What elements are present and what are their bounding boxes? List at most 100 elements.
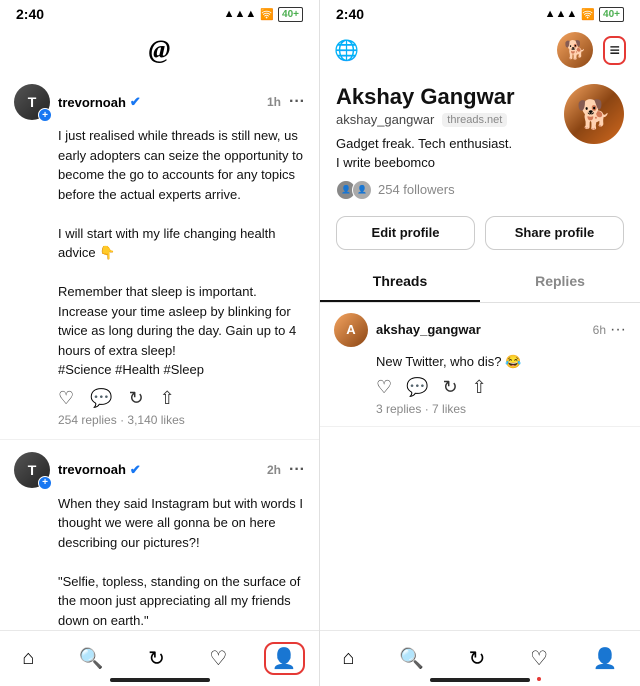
left-nav-search[interactable]: 🔍 xyxy=(71,642,112,675)
post-1-more[interactable]: ··· xyxy=(285,93,305,111)
profile-username-row: akshay_gangwar threads.net xyxy=(336,112,564,127)
right-activity-icon: ↻ xyxy=(469,646,486,671)
post-2-meta: trevornoah ✔ 2h ··· xyxy=(58,461,305,479)
left-nav-home[interactable]: ⌂ xyxy=(14,643,42,674)
right-home-icon: ⌂ xyxy=(342,647,354,670)
battery-icon: 40+ xyxy=(278,7,303,22)
menu-icon: ≡ xyxy=(609,40,620,60)
profile-post-comment-icon[interactable]: 💬 xyxy=(406,377,428,398)
profile-username: akshay_gangwar xyxy=(336,112,434,127)
profile-post-content: New Twitter, who dis? 😂 xyxy=(334,353,626,371)
threads-logo: @ xyxy=(149,35,171,65)
menu-button[interactable]: ≡ xyxy=(603,36,626,65)
right-signal-icon: ▲▲▲ xyxy=(545,8,578,20)
right-search-icon: 🔍 xyxy=(399,646,424,671)
right-header-avatar[interactable]: 🐕 xyxy=(557,32,593,68)
post-1-actions: ♡ 💬 ↻ ⇧ xyxy=(14,388,305,409)
profile-post-like-icon[interactable]: ♡ xyxy=(376,377,392,398)
profile-post: A akshay_gangwar 6h ··· New Twitter, who… xyxy=(320,303,640,427)
right-nav-likes[interactable]: ♡ xyxy=(522,642,556,675)
post-1-avatar-wrap: T + xyxy=(14,84,50,120)
wifi-icon: 🛜 xyxy=(260,8,274,21)
left-status-icons: ▲▲▲ 🛜 40+ xyxy=(224,7,303,22)
right-nav-activity[interactable]: ↻ xyxy=(461,642,494,675)
post-1-content: I just realised while threads is still n… xyxy=(14,126,305,380)
post-1-comment-icon[interactable]: 💬 xyxy=(90,388,112,409)
post-1: T + trevornoah ✔ 1h ··· I just realised … xyxy=(0,72,319,440)
right-profile-icon: 👤 xyxy=(593,646,618,671)
profile-info: Akshay Gangwar akshay_gangwar threads.ne… xyxy=(336,84,564,200)
post-2-content: When they said Instagram but with words … xyxy=(14,494,305,631)
right-header-actions: 🐕 ≡ xyxy=(557,32,626,68)
post-1-repost-icon[interactable]: ↻ xyxy=(129,388,144,409)
post-2-verified-icon: ✔ xyxy=(130,462,141,478)
right-status-bar: 2:40 ▲▲▲ 🛜 40+ xyxy=(320,0,640,28)
follower-avatar-2: 👤 xyxy=(352,180,372,200)
tab-threads[interactable]: Threads xyxy=(320,262,480,302)
profile-followers-row: 👤 👤 254 followers xyxy=(336,180,564,200)
right-nav-home[interactable]: ⌂ xyxy=(334,643,362,674)
post-2-more[interactable]: ··· xyxy=(285,461,305,479)
right-nav-search[interactable]: 🔍 xyxy=(391,642,432,675)
post-1-verified-icon: ✔ xyxy=(130,94,141,110)
right-nav-profile[interactable]: 👤 xyxy=(585,642,626,675)
post-2-author: trevornoah xyxy=(58,462,126,477)
post-1-author: trevornoah xyxy=(58,95,126,110)
post-2-author-row: trevornoah ✔ 2h ··· xyxy=(58,461,305,479)
share-profile-button[interactable]: Share profile xyxy=(485,216,624,250)
home-indicator-right xyxy=(430,678,530,682)
profile-post-stats: 3 replies · 7 likes xyxy=(334,402,626,416)
profile-bio: Gadget freak. Tech enthusiast.I write be… xyxy=(336,135,564,171)
post-1-share-icon[interactable]: ⇧ xyxy=(160,388,175,409)
home-icon: ⌂ xyxy=(22,647,34,670)
profile-post-more[interactable]: ··· xyxy=(610,321,626,339)
profile-post-actions: ♡ 💬 ↻ ⇧ xyxy=(334,377,626,398)
post-1-follow-badge[interactable]: + xyxy=(38,108,52,122)
right-panel: 2:40 ▲▲▲ 🛜 40+ 🌐 🐕 ≡ Akshay Gangwar aksh… xyxy=(320,0,640,686)
post-2-header: T + trevornoah ✔ 2h ··· xyxy=(14,452,305,488)
right-bottom-nav: ⌂ 🔍 ↻ ♡ 👤 xyxy=(320,630,640,686)
profile-post-share-icon[interactable]: ⇧ xyxy=(472,377,487,398)
profile-post-likes: 7 likes xyxy=(432,402,466,416)
left-nav-likes[interactable]: ♡ xyxy=(201,642,235,675)
post-2-avatar-wrap: T + xyxy=(14,452,50,488)
post-1-like-icon[interactable]: ♡ xyxy=(58,388,74,409)
home-indicator-left xyxy=(110,678,210,682)
followers-avatars: 👤 👤 xyxy=(336,180,372,200)
post-2-time: 2h xyxy=(267,463,281,477)
profile-post-meta: akshay_gangwar 6h ··· xyxy=(376,321,626,339)
search-icon: 🔍 xyxy=(79,646,104,671)
activity-icon: ↻ xyxy=(148,646,165,671)
signal-icon: ▲▲▲ xyxy=(224,8,257,20)
left-panel: 2:40 ▲▲▲ 🛜 40+ @ T + trevornoah xyxy=(0,0,320,686)
tab-replies[interactable]: Replies xyxy=(480,262,640,302)
threads-badge: threads.net xyxy=(442,113,507,127)
left-app-header: @ xyxy=(0,28,319,72)
profile-post-repost-icon[interactable]: ↻ xyxy=(443,377,458,398)
profile-name: Akshay Gangwar xyxy=(336,84,564,110)
right-wifi-icon: 🛜 xyxy=(581,8,595,21)
profile-tabs: Threads Replies xyxy=(320,262,640,303)
likes-icon: ♡ xyxy=(209,646,227,671)
profile-post-author: akshay_gangwar xyxy=(376,322,481,337)
followers-count: 254 followers xyxy=(378,182,455,197)
left-nav-activity[interactable]: ↻ xyxy=(140,642,173,675)
globe-icon[interactable]: 🌐 xyxy=(334,38,359,63)
edit-profile-button[interactable]: Edit profile xyxy=(336,216,475,250)
right-battery-icon: 40+ xyxy=(599,7,624,22)
right-time: 2:40 xyxy=(336,6,364,22)
likes-dot xyxy=(537,677,541,681)
post-1-time: 1h xyxy=(267,95,281,109)
post-2-follow-badge[interactable]: + xyxy=(38,476,52,490)
right-app-header: 🌐 🐕 ≡ xyxy=(320,28,640,72)
post-1-stats: 254 replies · 3,140 likes xyxy=(14,413,305,427)
post-1-meta: trevornoah ✔ 1h ··· xyxy=(58,93,305,111)
left-nav-profile[interactable]: 👤 xyxy=(264,642,305,675)
right-likes-icon: ♡ xyxy=(530,646,548,671)
profile-post-avatar: A xyxy=(334,313,368,347)
left-bottom-nav: ⌂ 🔍 ↻ ♡ 👤 xyxy=(0,630,319,686)
profile-buttons: Edit profile Share profile xyxy=(320,208,640,258)
left-feed[interactable]: T + trevornoah ✔ 1h ··· I just realised … xyxy=(0,72,319,630)
left-status-bar: 2:40 ▲▲▲ 🛜 40+ xyxy=(0,0,319,28)
post-1-replies: 254 replies xyxy=(58,413,117,427)
